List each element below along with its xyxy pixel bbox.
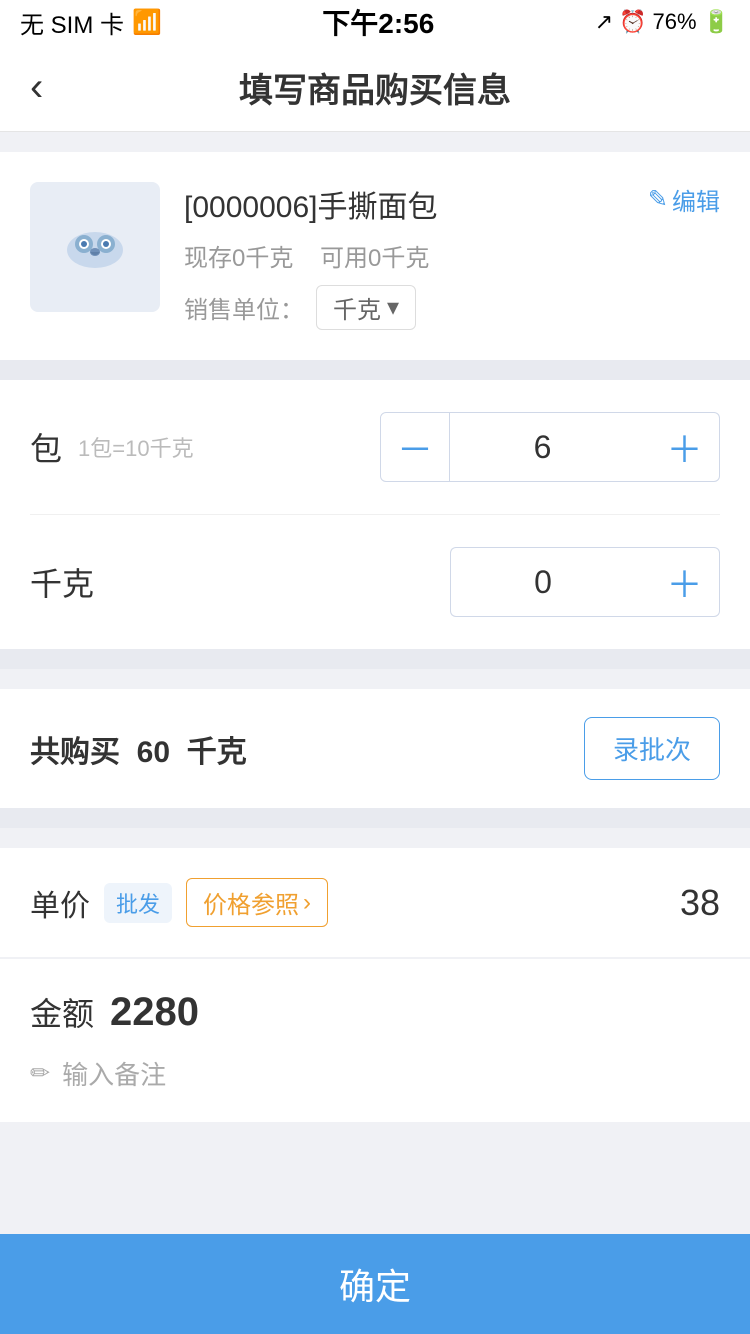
summary-unit: 千克 (187, 736, 247, 769)
minus-icon: － (397, 421, 433, 473)
price-section: 单价 批发 价格参照 › 38 (0, 848, 750, 957)
pack-plus-button[interactable]: ＋ (650, 412, 720, 482)
confirm-button[interactable]: 确定 (0, 1234, 750, 1334)
price-ref-label: 价格参照 (203, 885, 299, 920)
edit-icon: ✎ (648, 185, 668, 214)
edit-label: 编辑 (672, 182, 720, 217)
pack-row: 包 1包=10千克 － ＋ (30, 380, 720, 515)
status-right: ↗ ⏰ 76% 🔋 (595, 9, 730, 35)
kg-row: 千克 ＋ (30, 515, 720, 649)
status-bar: 无 SIM 卡 📶 下午2:56 ↗ ⏰ 76% 🔋 (0, 0, 750, 44)
status-left: 无 SIM 卡 📶 (20, 5, 162, 40)
dropdown-icon: ▾ (387, 293, 399, 322)
section-divider-2 (0, 649, 750, 669)
alarm-icon: ⏰ (619, 9, 646, 35)
section-divider-3 (0, 808, 750, 828)
nav-bar: ‹ 填写商品购买信息 (0, 44, 750, 132)
kg-plus-button[interactable]: ＋ (650, 547, 720, 617)
summary-text: 共购买 60 千克 (30, 727, 247, 771)
amount-label: 金额 (30, 989, 94, 1035)
amount-row: 金额 2280 (30, 989, 720, 1035)
product-name: [0000006]手撕面包 (184, 182, 720, 226)
location-icon: ↗ (595, 9, 613, 35)
back-button[interactable]: ‹ (30, 65, 43, 110)
remark-row[interactable]: ✏ 输入备注 (30, 1055, 720, 1092)
pack-controls: － ＋ (380, 412, 720, 482)
product-stock: 现存0千克 可用0千克 (184, 238, 720, 273)
summary-prefix: 共购买 (30, 736, 120, 769)
kg-plus-icon: ＋ (666, 556, 702, 608)
summary-amount: 60 (137, 736, 170, 769)
stock-available: 可用0千克 (320, 245, 429, 272)
amount-value: 2280 (110, 990, 199, 1035)
price-value: 38 (680, 882, 720, 924)
price-tag: 批发 (104, 883, 172, 923)
battery-percent: 76% (653, 9, 697, 35)
stock-current: 现存0千克 (184, 245, 293, 272)
unit-value: 千克 (333, 290, 381, 325)
wifi-icon: 📶 (132, 8, 162, 37)
pack-label-group: 包 1包=10千克 (30, 424, 194, 470)
product-image (30, 182, 160, 312)
edit-button[interactable]: ✎ 编辑 (648, 182, 720, 217)
pack-minus-button[interactable]: － (380, 412, 450, 482)
kg-label: 千克 (30, 559, 94, 605)
pack-label: 包 (30, 424, 62, 470)
unit-label: 销售单位： (184, 290, 304, 325)
input-section: 包 1包=10千克 － ＋ 千克 ＋ (0, 380, 750, 649)
pencil-icon: ✏ (30, 1059, 50, 1088)
record-batch-button[interactable]: 录批次 (584, 717, 720, 780)
product-info: [0000006]手撕面包 现存0千克 可用0千克 销售单位： 千克 ▾ (184, 182, 720, 330)
page-title: 填写商品购买信息 (239, 63, 511, 112)
unit-select[interactable]: 千克 ▾ (316, 285, 416, 330)
price-ref-button[interactable]: 价格参照 › (186, 878, 328, 927)
price-row: 单价 批发 价格参照 › 38 (30, 878, 720, 927)
summary-row: 共购买 60 千克 录批次 (0, 689, 750, 808)
amount-section: 金额 2280 ✏ 输入备注 (0, 959, 750, 1122)
no-sim-text: 无 SIM 卡 (20, 5, 124, 40)
battery-icon: 🔋 (703, 9, 730, 35)
remark-placeholder: 输入备注 (62, 1055, 166, 1092)
section-divider-1 (0, 360, 750, 380)
pack-input[interactable] (450, 412, 650, 482)
bottom-spacer (0, 1122, 750, 1234)
price-label-group: 单价 批发 价格参照 › (30, 878, 328, 927)
product-card: [0000006]手撕面包 现存0千克 可用0千克 销售单位： 千克 ▾ ✎ 编… (0, 152, 750, 360)
kg-input[interactable] (450, 547, 650, 617)
status-time: 下午2:56 (322, 2, 434, 42)
price-label: 单价 (30, 881, 90, 925)
product-unit-row: 销售单位： 千克 ▾ (184, 285, 720, 330)
kg-controls: ＋ (450, 547, 720, 617)
price-ref-arrow: › (303, 889, 311, 917)
plus-icon: ＋ (666, 421, 702, 473)
pack-sublabel: 1包=10千克 (78, 431, 194, 463)
